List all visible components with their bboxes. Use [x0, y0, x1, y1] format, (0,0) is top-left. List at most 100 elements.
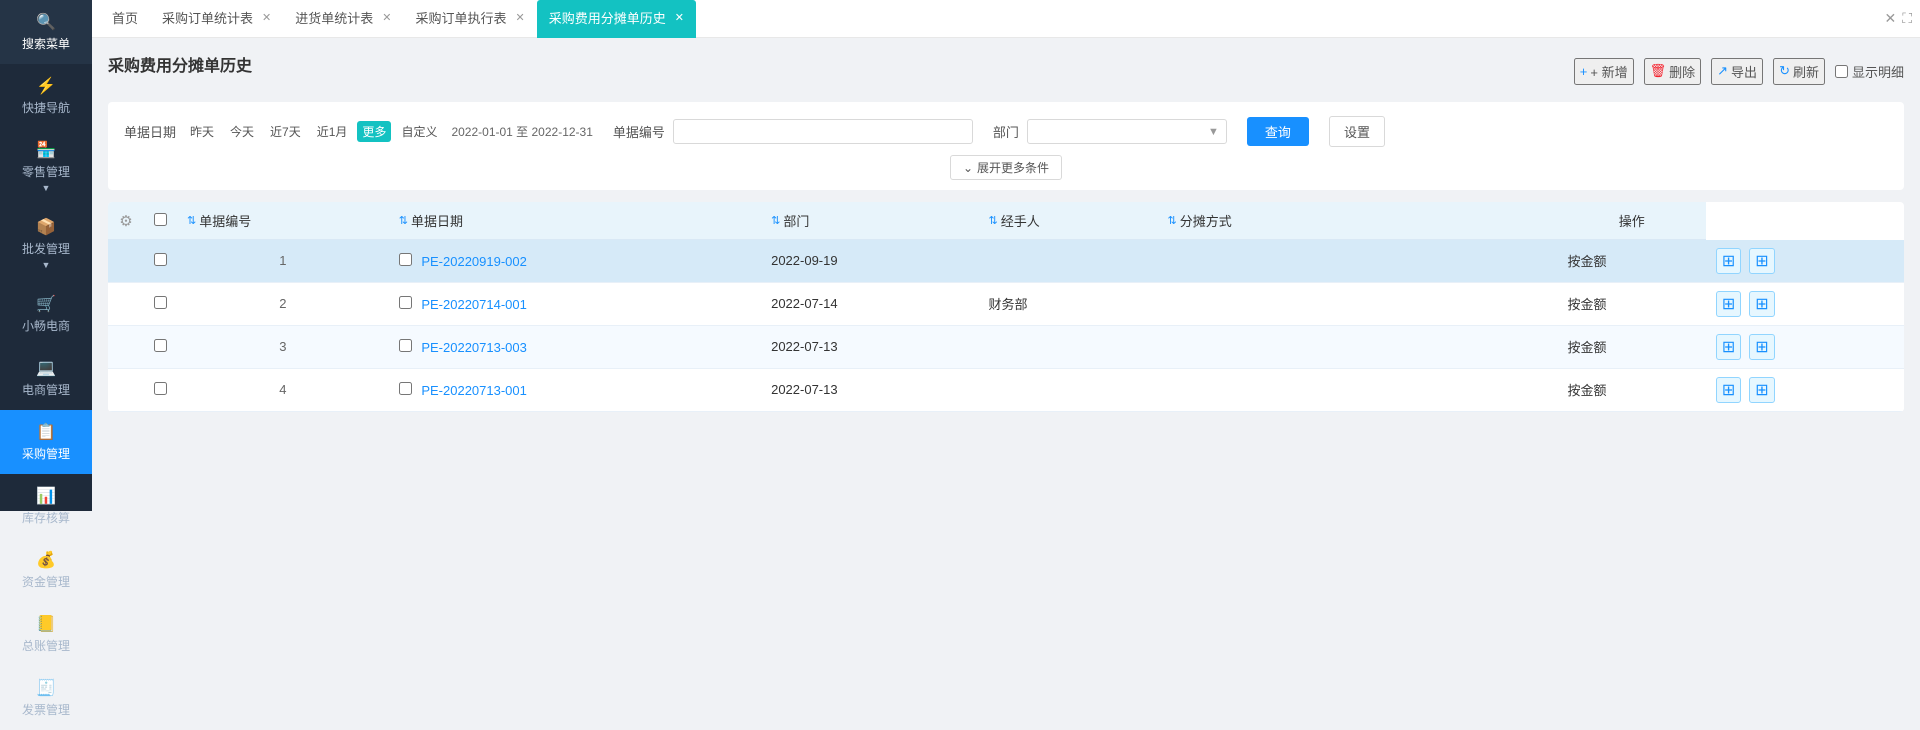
- sidebar-item-wholesale[interactable]: 📦 批发管理 ▼: [0, 205, 92, 282]
- search-button[interactable]: 查询: [1247, 117, 1309, 146]
- edit-button[interactable]: ⊞: [1716, 377, 1741, 403]
- close-tab-cost-allocation[interactable]: ✕: [675, 11, 684, 24]
- delete-icon: 🗑: [1650, 63, 1667, 79]
- delete-button[interactable]: 🗑 删除: [1644, 58, 1702, 85]
- close-all-tabs-icon[interactable]: ✕: [1884, 10, 1896, 27]
- expand-conditions-btn[interactable]: ⌄ 展开更多条件: [950, 155, 1062, 180]
- tab-bar: 首页 采购订单统计表 ✕ 进货单统计表 ✕ 采购订单执行表 ✕ 采购费用分摊单历…: [92, 0, 1920, 38]
- tab-cost-allocation-history[interactable]: 采购费用分摊单历史 ✕: [537, 0, 696, 38]
- row-select-checkbox[interactable]: [399, 253, 412, 266]
- row-checkbox[interactable]: [154, 253, 167, 266]
- col-gear: ⚙: [108, 202, 144, 240]
- row-handler: [1158, 282, 1558, 325]
- sidebar-item-ecommerce-mgmt[interactable]: 💻 电商管理: [0, 346, 92, 410]
- edit-button[interactable]: ⊞: [1716, 291, 1741, 317]
- sidebar-item-ledger[interactable]: 📒 总账管理: [0, 602, 92, 666]
- tab-home[interactable]: 首页: [100, 0, 150, 38]
- more-action-button[interactable]: ⊞: [1749, 291, 1774, 317]
- col-checkbox: [144, 202, 177, 240]
- row-checkbox[interactable]: [154, 382, 167, 395]
- sidebar-item-finance[interactable]: 💰 资金管理: [0, 538, 92, 602]
- doc-no-label: 单据编号: [613, 122, 665, 141]
- plus-icon: +: [1580, 64, 1588, 79]
- expand-row: ⌄ 展开更多条件: [124, 155, 1888, 180]
- refresh-button[interactable]: ↻ 刷新: [1773, 58, 1825, 85]
- edit-button[interactable]: ⊞: [1716, 334, 1741, 360]
- row-doc-no: PE-20220713-003: [389, 325, 761, 368]
- more-action-button[interactable]: ⊞: [1749, 334, 1774, 360]
- tab-purchase-order-exec[interactable]: 采购订单执行表 ✕: [403, 0, 536, 38]
- export-button[interactable]: ↗ 导出: [1711, 58, 1763, 85]
- row-actions: ⊞ ⊞: [1706, 325, 1904, 368]
- flash-icon: ⚡: [36, 76, 56, 96]
- sidebar-item-purchase[interactable]: 📋 采购管理: [0, 410, 92, 474]
- inner-content: 采购费用分摊单历史 + + 新增 🗑 删除 ↗ 导出 ↻: [92, 38, 1920, 511]
- row-dept: [979, 325, 1158, 368]
- col-doc-no: ⇅ 单据编号: [177, 202, 389, 240]
- doc-no-link[interactable]: PE-20220713-003: [421, 340, 527, 355]
- more-action-button[interactable]: ⊞: [1749, 377, 1774, 403]
- gear-icon[interactable]: ⚙: [119, 213, 132, 230]
- row-alloc-method: 按金额: [1558, 240, 1706, 283]
- row-doc-date: 2022-07-14: [761, 282, 978, 325]
- sort-icon: ⇅: [771, 214, 780, 227]
- select-all-checkbox[interactable]: [154, 213, 167, 226]
- more-date-btn[interactable]: 更多: [357, 121, 391, 142]
- sidebar-item-search[interactable]: 🔍 搜索菜单: [0, 0, 92, 64]
- show-details-checkbox-label[interactable]: 显示明细: [1835, 62, 1904, 81]
- search-icon: 🔍: [36, 12, 56, 32]
- sort-icon: ⇅: [399, 214, 408, 227]
- table-row: 4 PE-20220713-001 2022-07-13 按金额 ⊞ ⊞: [108, 368, 1904, 411]
- edit-button[interactable]: ⊞: [1716, 248, 1741, 274]
- close-tab-purchase-order-exec[interactable]: ✕: [516, 11, 525, 24]
- chart-icon: 📊: [36, 486, 56, 506]
- row-select-checkbox[interactable]: [399, 339, 412, 352]
- row-select-checkbox[interactable]: [399, 382, 412, 395]
- doc-no-link[interactable]: PE-20220919-002: [421, 254, 527, 269]
- toolbar-right: + + 新增 🗑 删除 ↗ 导出 ↻ 刷新: [1574, 58, 1904, 85]
- settings-button[interactable]: 设置: [1329, 116, 1385, 147]
- row-dept: [979, 368, 1158, 411]
- row-actions: ⊞ ⊞: [1706, 368, 1904, 411]
- close-tab-purchase-order-stats[interactable]: ✕: [262, 11, 271, 24]
- sidebar-item-retail[interactable]: 🏪 零售管理 ▼: [0, 128, 92, 205]
- refresh-icon: ↻: [1779, 63, 1790, 79]
- show-details-checkbox[interactable]: [1835, 65, 1848, 78]
- tab-purchase-order-stats[interactable]: 采购订单统计表 ✕: [150, 0, 283, 38]
- clipboard-icon: 📋: [36, 422, 56, 442]
- custom-date-btn[interactable]: 自定义: [395, 121, 443, 142]
- last7days-btn[interactable]: 近7天: [264, 121, 307, 142]
- yesterday-btn[interactable]: 昨天: [184, 121, 220, 142]
- row-alloc-method: 按金额: [1558, 325, 1706, 368]
- row-select-checkbox[interactable]: [399, 296, 412, 309]
- sidebar-item-invoice[interactable]: 🧾 发票管理: [0, 666, 92, 730]
- sidebar-item-quicknav[interactable]: ⚡ 快捷导航: [0, 64, 92, 128]
- sidebar-item-ecommerce-small[interactable]: 🛒 小畅电商: [0, 282, 92, 346]
- search-row: 单据日期 昨天 今天 近7天 近1月 更多 自定义 2022-01-01 至 2…: [124, 116, 1888, 147]
- today-btn[interactable]: 今天: [224, 121, 260, 142]
- row-doc-date: 2022-09-19: [761, 240, 978, 283]
- dept-select[interactable]: [1027, 119, 1227, 144]
- row-dept: [979, 240, 1158, 283]
- last1month-btn[interactable]: 近1月: [311, 121, 354, 142]
- ledger-icon: 📒: [36, 614, 56, 634]
- doc-no-link[interactable]: PE-20220714-001: [421, 297, 527, 312]
- sort-icon: ⇅: [187, 214, 196, 227]
- more-action-button[interactable]: ⊞: [1749, 248, 1774, 274]
- sidebar-item-inventory[interactable]: 📊 库存核算: [0, 474, 92, 538]
- tab-goods-stats[interactable]: 进货单统计表 ✕: [283, 0, 403, 38]
- row-checkbox[interactable]: [154, 296, 167, 309]
- add-button[interactable]: + + 新增: [1574, 58, 1634, 85]
- close-tab-goods-stats[interactable]: ✕: [382, 11, 391, 24]
- dept-select-wrapper: ▼: [1027, 119, 1227, 144]
- date-search-field: 单据日期 昨天 今天 近7天 近1月 更多 自定义 2022-01-01 至 2…: [124, 121, 593, 142]
- row-number: 2: [177, 282, 389, 325]
- dept-label: 部门: [993, 122, 1019, 141]
- row-checkbox-cell: [144, 325, 177, 368]
- date-range-buttons: 昨天 今天 近7天 近1月 更多 自定义: [184, 121, 443, 142]
- doc-no-link[interactable]: PE-20220713-001: [421, 383, 527, 398]
- row-checkbox[interactable]: [154, 339, 167, 352]
- row-alloc-method: 按金额: [1558, 368, 1706, 411]
- maximize-icon[interactable]: ⛶: [1902, 10, 1912, 27]
- doc-no-input[interactable]: [673, 119, 973, 144]
